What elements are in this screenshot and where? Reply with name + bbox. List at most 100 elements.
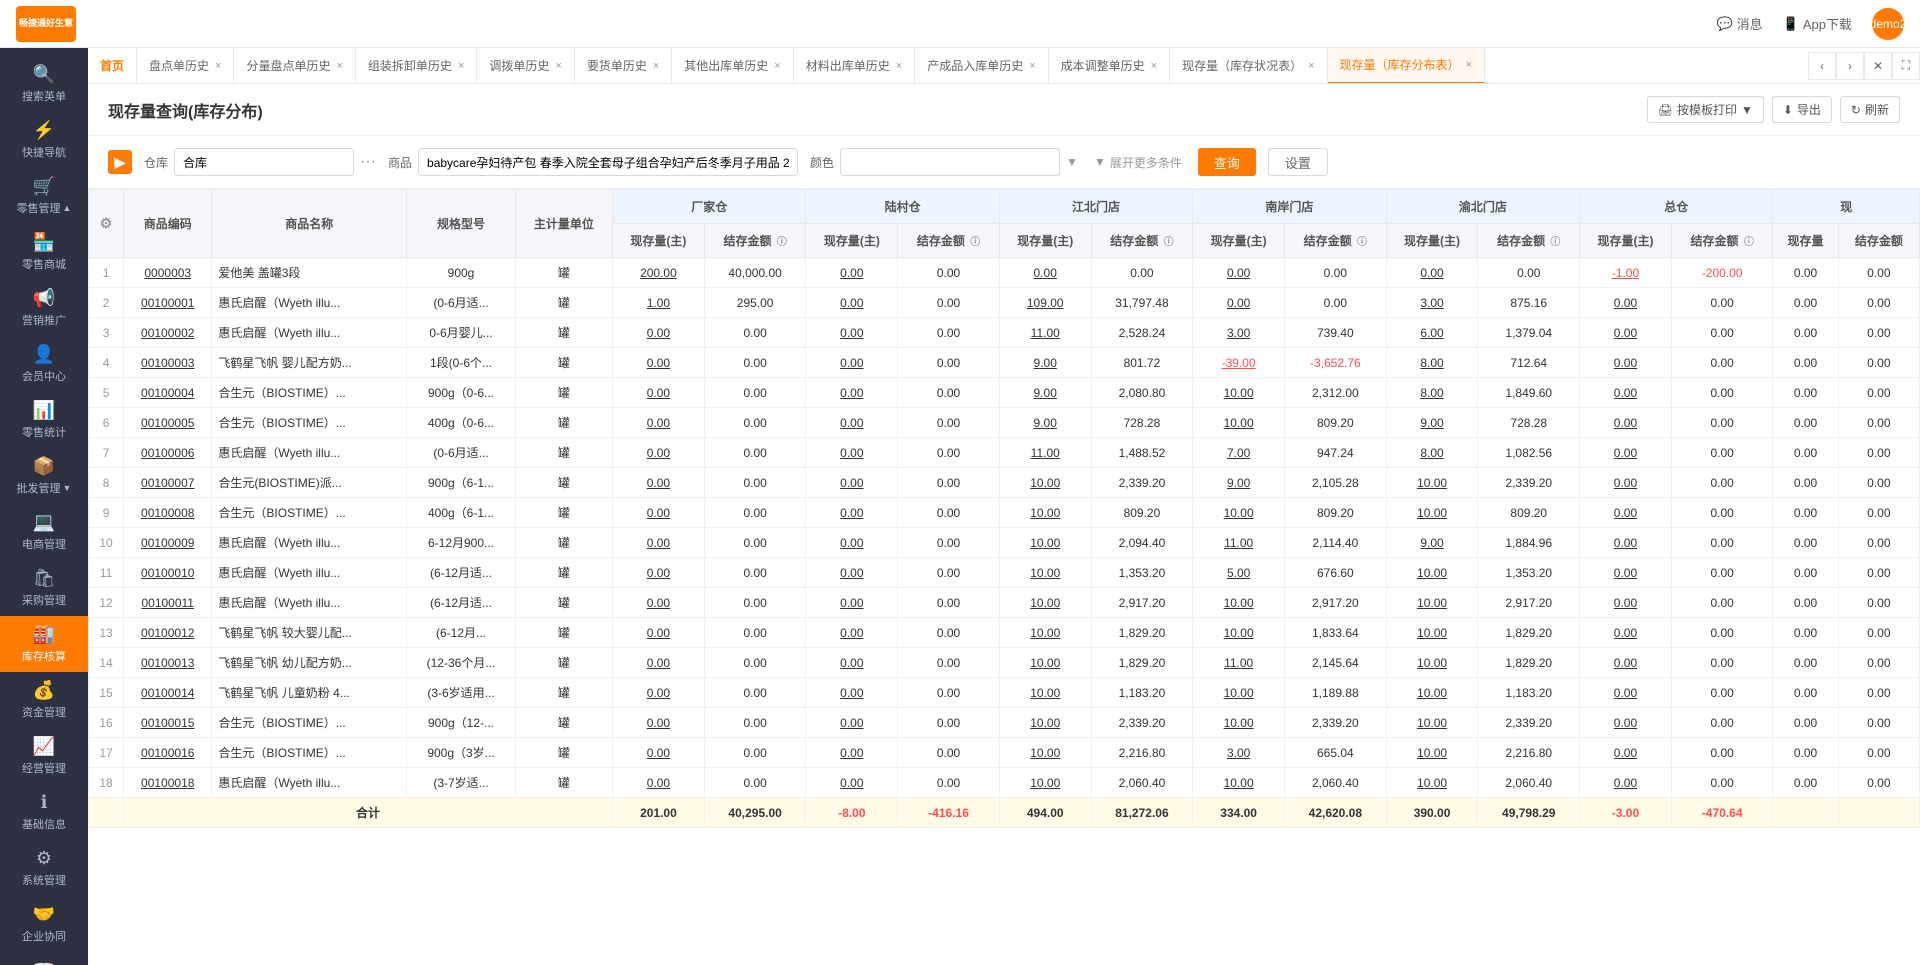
tab-close-icon[interactable]: × bbox=[336, 60, 342, 72]
tab-transfer[interactable]: 调拨单历史 × bbox=[477, 48, 574, 84]
product-code[interactable]: 00100008 bbox=[124, 498, 212, 528]
jiangbei-qty[interactable]: 10.00 bbox=[999, 708, 1091, 738]
product-code[interactable]: 00100015 bbox=[124, 708, 212, 738]
sidebar-item-operations[interactable]: 📈 经营管理 bbox=[0, 728, 88, 784]
nanan-qty[interactable]: -39.00 bbox=[1193, 348, 1285, 378]
lvcun-qty[interactable]: 0.00 bbox=[806, 408, 898, 438]
product-code[interactable]: 00100007 bbox=[124, 468, 212, 498]
product-code[interactable]: 00100005 bbox=[124, 408, 212, 438]
info-icon[interactable]: ⓘ bbox=[1744, 237, 1754, 248]
product-code[interactable]: 00100002 bbox=[124, 318, 212, 348]
nanan-qty[interactable]: 11.00 bbox=[1193, 528, 1285, 558]
goods-input[interactable] bbox=[418, 148, 798, 176]
message-btn[interactable]: 💬 消息 bbox=[1716, 14, 1762, 33]
factory-qty[interactable]: 0.00 bbox=[613, 678, 705, 708]
app-download-btn[interactable]: 📱 App下载 bbox=[1783, 14, 1852, 33]
jiangbei-qty[interactable]: 10.00 bbox=[999, 498, 1091, 528]
export-btn[interactable]: ⬇ 导出 bbox=[1772, 96, 1832, 123]
yubei-qty[interactable]: 9.00 bbox=[1386, 528, 1478, 558]
tab-inventory-count[interactable]: 盘点单历史 × bbox=[137, 48, 234, 84]
lvcun-qty[interactable]: 0.00 bbox=[806, 618, 898, 648]
yubei-qty[interactable]: 6.00 bbox=[1386, 318, 1478, 348]
tab-close-icon[interactable]: × bbox=[1466, 59, 1472, 71]
sidebar-item-marketing[interactable]: 📢 营销推广 bbox=[0, 280, 88, 336]
jiangbei-qty[interactable]: 11.00 bbox=[999, 318, 1091, 348]
tab-next-btn[interactable]: › bbox=[1836, 52, 1864, 80]
factory-qty[interactable]: 200.00 bbox=[613, 258, 705, 288]
lvcun-qty[interactable]: 0.00 bbox=[806, 558, 898, 588]
tab-close-icon[interactable]: × bbox=[458, 60, 464, 72]
sidebar-item-member[interactable]: 👤 会员中心 bbox=[0, 336, 88, 392]
nanan-qty[interactable]: 3.00 bbox=[1193, 738, 1285, 768]
jiangbei-qty[interactable]: 10.00 bbox=[999, 468, 1091, 498]
tab-close-icon[interactable]: × bbox=[1029, 60, 1035, 72]
jiangbei-qty[interactable]: 10.00 bbox=[999, 588, 1091, 618]
total-qty[interactable]: 0.00 bbox=[1580, 648, 1672, 678]
factory-qty[interactable]: 0.00 bbox=[613, 768, 705, 798]
nanan-qty[interactable]: 7.00 bbox=[1193, 438, 1285, 468]
nanan-qty[interactable]: 10.00 bbox=[1193, 408, 1285, 438]
total-qty[interactable]: 0.00 bbox=[1580, 738, 1672, 768]
factory-qty[interactable]: 0.00 bbox=[613, 438, 705, 468]
sidebar-item-purchase[interactable]: 🛍 采购管理 bbox=[0, 560, 88, 616]
total-qty[interactable]: 0.00 bbox=[1580, 678, 1672, 708]
lvcun-qty[interactable]: 0.00 bbox=[806, 528, 898, 558]
total-qty[interactable]: 0.00 bbox=[1580, 528, 1672, 558]
lvcun-qty[interactable]: 0.00 bbox=[806, 678, 898, 708]
sidebar-item-wholesale[interactable]: 📦 批发管理 ▼ bbox=[0, 448, 88, 504]
product-code[interactable]: 0000003 bbox=[124, 258, 212, 288]
tab-cost-adjust[interactable]: 成本调整单历史 × bbox=[1049, 48, 1170, 84]
lvcun-qty[interactable]: 0.00 bbox=[806, 588, 898, 618]
info-icon[interactable]: ⓘ bbox=[1357, 237, 1367, 248]
product-code[interactable]: 00100009 bbox=[124, 528, 212, 558]
nanan-qty[interactable]: 10.00 bbox=[1193, 498, 1285, 528]
jiangbei-qty[interactable]: 10.00 bbox=[999, 678, 1091, 708]
yubei-qty[interactable]: 9.00 bbox=[1386, 408, 1478, 438]
color-dropdown-icon[interactable]: ▼ bbox=[1066, 155, 1078, 169]
nanan-qty[interactable]: 10.00 bbox=[1193, 708, 1285, 738]
yubei-qty[interactable]: 10.00 bbox=[1386, 708, 1478, 738]
sidebar-item-system[interactable]: ⚙ 系统管理 bbox=[0, 840, 88, 896]
total-qty[interactable]: 0.00 bbox=[1580, 708, 1672, 738]
tab-close-icon[interactable]: × bbox=[896, 60, 902, 72]
sidebar-item-ecommerce[interactable]: 💻 电商管理 bbox=[0, 504, 88, 560]
nanan-qty[interactable]: 10.00 bbox=[1193, 768, 1285, 798]
lvcun-qty[interactable]: 0.00 bbox=[806, 378, 898, 408]
nanan-qty[interactable]: 0.00 bbox=[1193, 258, 1285, 288]
lvcun-qty[interactable]: 0.00 bbox=[806, 768, 898, 798]
nanan-qty[interactable]: 3.00 bbox=[1193, 318, 1285, 348]
color-input[interactable] bbox=[840, 148, 1060, 176]
factory-qty[interactable]: 0.00 bbox=[613, 618, 705, 648]
search-btn[interactable]: 查询 bbox=[1198, 148, 1256, 176]
total-qty[interactable]: 0.00 bbox=[1580, 498, 1672, 528]
tab-close-icon[interactable]: × bbox=[774, 60, 780, 72]
product-code[interactable]: 00100018 bbox=[124, 768, 212, 798]
info-icon[interactable]: ⓘ bbox=[777, 237, 787, 248]
gear-icon[interactable]: ⚙ bbox=[100, 215, 113, 231]
jiangbei-qty[interactable]: 9.00 bbox=[999, 348, 1091, 378]
nanan-qty[interactable]: 10.00 bbox=[1193, 588, 1285, 618]
info-icon[interactable]: ⓘ bbox=[1550, 237, 1560, 248]
lvcun-qty[interactable]: 0.00 bbox=[806, 318, 898, 348]
lvcun-qty[interactable]: 0.00 bbox=[806, 648, 898, 678]
nanan-qty[interactable]: 10.00 bbox=[1193, 378, 1285, 408]
factory-qty[interactable]: 0.00 bbox=[613, 588, 705, 618]
lvcun-qty[interactable]: 0.00 bbox=[806, 438, 898, 468]
total-qty[interactable]: 0.00 bbox=[1580, 588, 1672, 618]
factory-qty[interactable]: 0.00 bbox=[613, 528, 705, 558]
yubei-qty[interactable]: 3.00 bbox=[1386, 288, 1478, 318]
jiangbei-qty[interactable]: 9.00 bbox=[999, 408, 1091, 438]
jiangbei-qty[interactable]: 9.00 bbox=[999, 378, 1091, 408]
sidebar-item-inventory[interactable]: 🏭 库存核算 bbox=[0, 616, 88, 672]
sidebar-item-collab[interactable]: 🤝 企业协同 bbox=[0, 896, 88, 952]
lvcun-qty[interactable]: 0.00 bbox=[806, 738, 898, 768]
lvcun-qty[interactable]: 0.00 bbox=[806, 258, 898, 288]
tab-finished-in[interactable]: 产成品入库单历史 × bbox=[915, 48, 1048, 84]
expand-condition-btn[interactable]: ▼ 展开更多条件 bbox=[1090, 154, 1186, 171]
product-code[interactable]: 00100001 bbox=[124, 288, 212, 318]
warehouse-input[interactable] bbox=[174, 148, 354, 176]
product-code[interactable]: 00100011 bbox=[124, 588, 212, 618]
product-code[interactable]: 00100003 bbox=[124, 348, 212, 378]
factory-qty[interactable]: 0.00 bbox=[613, 378, 705, 408]
factory-qty[interactable]: 0.00 bbox=[613, 468, 705, 498]
